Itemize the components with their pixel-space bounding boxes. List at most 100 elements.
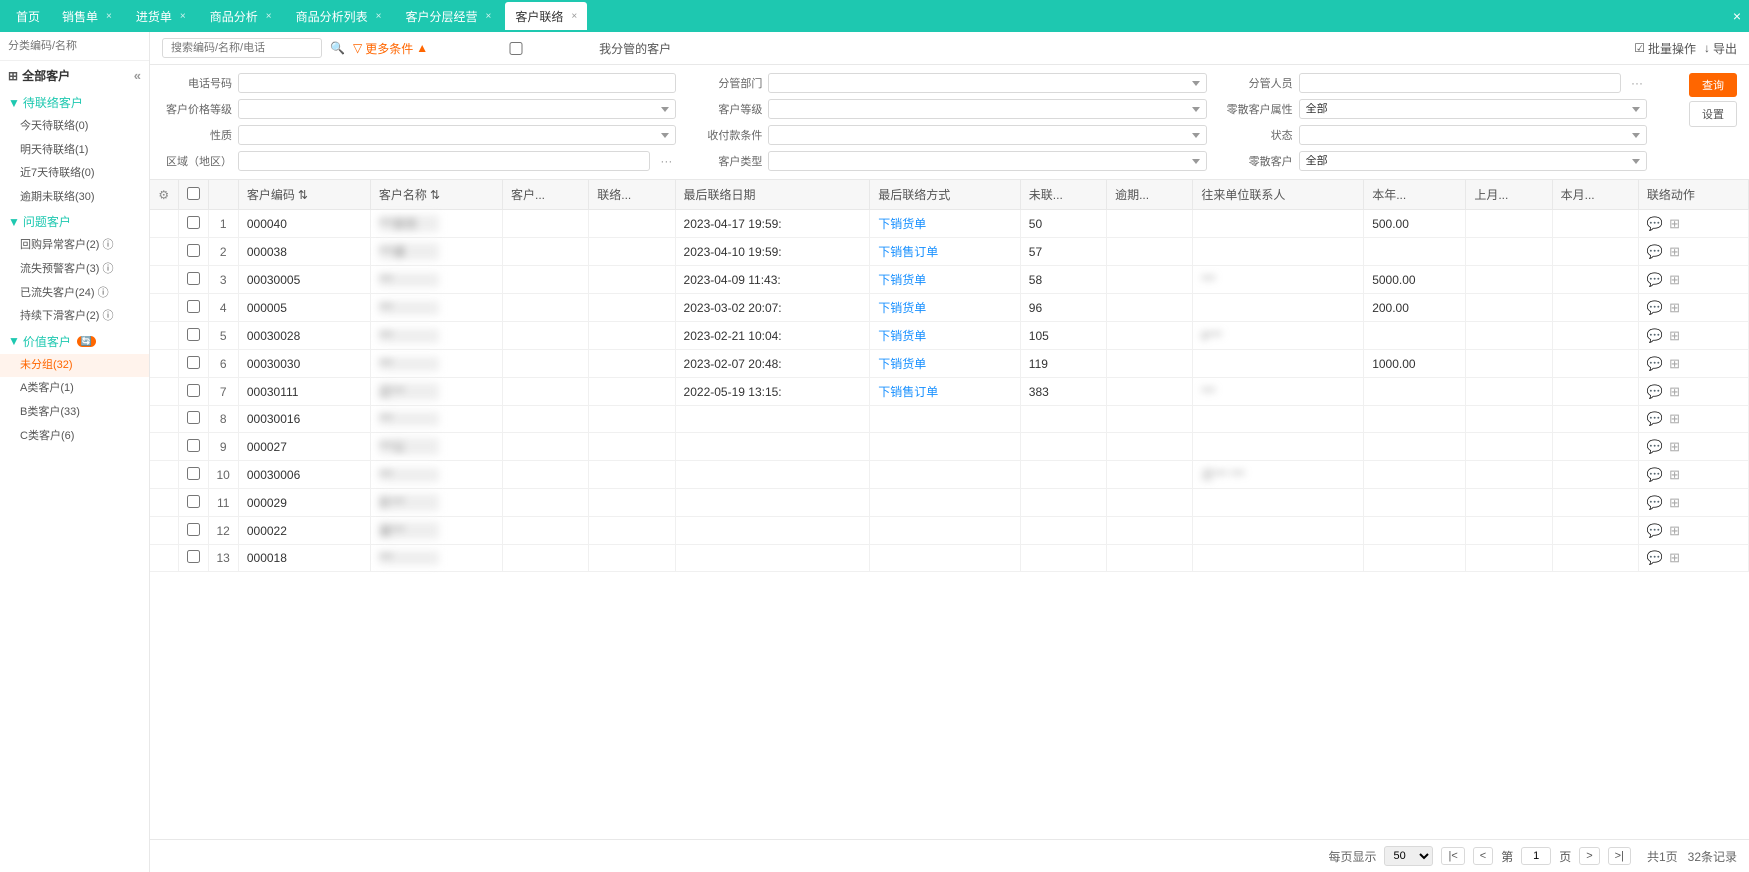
search-icon[interactable]: 🔍 [330, 41, 345, 55]
price-level-select[interactable] [238, 99, 676, 119]
row-checkbox[interactable] [187, 356, 200, 369]
more-conditions-btn[interactable]: ▽ 更多条件 ▲ [353, 40, 428, 57]
grid-action-icon[interactable]: ⊞ [1669, 523, 1680, 539]
row-checkbox[interactable] [187, 439, 200, 452]
grid-action-icon[interactable]: ⊞ [1669, 244, 1680, 260]
region-input[interactable] [238, 151, 650, 171]
chat-icon[interactable]: 💬 [1647, 272, 1663, 288]
select-all-checkbox[interactable] [187, 187, 200, 200]
grid-action-icon[interactable]: ⊞ [1669, 356, 1680, 372]
grid-action-icon[interactable]: ⊞ [1669, 216, 1680, 232]
grid-action-icon[interactable]: ⊞ [1669, 495, 1680, 511]
customer-type-select[interactable] [768, 151, 1206, 171]
sidebar-item-overdue[interactable]: 逾期未联络(30) [0, 186, 149, 210]
tab-sales[interactable]: 销售单 × [52, 2, 122, 30]
section-pending-contact[interactable]: ▼ 待联络客户 [0, 90, 149, 115]
close-product-analysis-list-tab[interactable]: × [376, 11, 382, 22]
chat-icon[interactable]: 💬 [1647, 300, 1663, 316]
reset-button[interactable]: 设置 [1689, 101, 1737, 127]
sidebar-item-abnormal[interactable]: 回购异常客户(2) ⓘ [0, 234, 149, 258]
grid-action-icon[interactable]: ⊞ [1669, 439, 1680, 455]
chat-icon[interactable]: 💬 [1647, 495, 1663, 511]
query-button[interactable]: 查询 [1689, 73, 1737, 97]
last-month-col-header[interactable]: 上月... [1466, 180, 1552, 210]
sidebar-search-input[interactable] [8, 40, 150, 52]
main-close-button[interactable]: × [1733, 8, 1741, 24]
sidebar-all-customers[interactable]: ⊞ 全部客户 « [0, 61, 149, 90]
row-checkbox[interactable] [187, 244, 200, 257]
close-customer-segmentation-tab[interactable]: × [485, 11, 491, 22]
chat-icon[interactable]: 💬 [1647, 550, 1663, 566]
grid-action-icon[interactable]: ⊞ [1669, 411, 1680, 427]
payment-select[interactable] [768, 125, 1206, 145]
sidebar-item-today[interactable]: 今天待联络(0) [0, 115, 149, 139]
section-problem-customers[interactable]: ▼ 问题客户 [0, 209, 149, 234]
row-last-method-link[interactable]: 下销货单 [878, 217, 926, 231]
this-month-col-header[interactable]: 本月... [1552, 180, 1638, 210]
chat-icon[interactable]: 💬 [1647, 523, 1663, 539]
batch-op-btn[interactable]: ☑ 批量操作 [1634, 40, 1696, 57]
sidebar-item-churn-warning[interactable]: 流失预警客户(3) ⓘ [0, 258, 149, 282]
manager-input[interactable] [1299, 73, 1621, 93]
overdue-col-header[interactable]: 逾期... [1107, 180, 1193, 210]
row-checkbox[interactable] [187, 411, 200, 424]
phone-input[interactable] [238, 73, 676, 93]
customer-level-select[interactable] [768, 99, 1206, 119]
chat-icon[interactable]: 💬 [1647, 411, 1663, 427]
grid-action-icon[interactable]: ⊞ [1669, 384, 1680, 400]
row-checkbox[interactable] [187, 550, 200, 563]
sidebar-item-churned[interactable]: 已流失客户(24) ⓘ [0, 282, 149, 306]
name-col-header[interactable]: 客户名称⇅ [370, 180, 502, 210]
row-checkbox[interactable] [187, 216, 200, 229]
row-last-method-link[interactable]: 下销售订单 [878, 385, 938, 399]
status-select[interactable] [1299, 125, 1647, 145]
unit-contact-col-header[interactable]: 往来单位联系人 [1193, 180, 1364, 210]
export-btn[interactable]: ↓ 导出 [1704, 40, 1737, 57]
next-page-btn[interactable]: > [1579, 847, 1599, 865]
row-checkbox[interactable] [187, 467, 200, 480]
row-last-method-link[interactable]: 下销货单 [878, 273, 926, 287]
sidebar-item-declining[interactable]: 持续下滑客户(2) ⓘ [0, 305, 149, 329]
tab-customer-segmentation[interactable]: 客户分层经营 × [395, 2, 501, 30]
row-checkbox[interactable] [187, 272, 200, 285]
chat-icon[interactable]: 💬 [1647, 384, 1663, 400]
tab-customer-contact[interactable]: 客户联络 × [505, 2, 587, 30]
row-last-method-link[interactable]: 下销售订单 [878, 245, 938, 259]
my-customers-checkbox[interactable] [436, 42, 596, 55]
sidebar-item-class-b[interactable]: B类客户(33) [0, 401, 149, 425]
close-product-analysis-tab[interactable]: × [266, 11, 272, 22]
chat-icon[interactable]: 💬 [1647, 328, 1663, 344]
grid-action-icon[interactable]: ⊞ [1669, 328, 1680, 344]
first-page-btn[interactable]: |< [1441, 847, 1464, 865]
last-date-col-header[interactable]: 最后联络日期 [675, 180, 870, 210]
sidebar-item-7days[interactable]: 近7天待联络(0) [0, 162, 149, 186]
tab-product-analysis[interactable]: 商品分析 × [200, 2, 282, 30]
type-col-header[interactable]: 客户... [502, 180, 588, 210]
grid-action-icon[interactable]: ⊞ [1669, 550, 1680, 566]
grid-action-icon[interactable]: ⊞ [1669, 300, 1680, 316]
close-sales-tab[interactable]: × [106, 11, 112, 22]
no-contact-col-header[interactable]: 未联... [1020, 180, 1106, 210]
page-size-select[interactable]: 50 100 200 [1384, 846, 1433, 866]
prev-page-btn[interactable]: < [1473, 847, 1493, 865]
last-page-btn[interactable]: >| [1608, 847, 1631, 865]
chat-icon[interactable]: 💬 [1647, 467, 1663, 483]
settings-col-header[interactable]: ⚙ [150, 180, 178, 210]
row-checkbox[interactable] [187, 523, 200, 536]
contact-col-header[interactable]: 联络... [589, 180, 675, 210]
nature-select[interactable] [238, 125, 676, 145]
row-checkbox[interactable] [187, 384, 200, 397]
retail-attr-select[interactable]: 全部 [1299, 99, 1647, 119]
page-number-input[interactable] [1521, 847, 1551, 865]
row-checkbox[interactable] [187, 300, 200, 313]
sidebar-item-class-a[interactable]: A类客户(1) [0, 377, 149, 401]
sidebar-item-tomorrow[interactable]: 明天待联络(1) [0, 139, 149, 163]
tab-purchase[interactable]: 进货单 × [126, 2, 196, 30]
sidebar-item-unclassified[interactable]: 未分组(32) [0, 354, 149, 378]
grid-action-icon[interactable]: ⊞ [1669, 467, 1680, 483]
this-year-col-header[interactable]: 本年... [1364, 180, 1466, 210]
sidebar-collapse-btn[interactable]: « [134, 68, 141, 83]
close-customer-contact-tab[interactable]: × [571, 11, 577, 22]
grid-action-icon[interactable]: ⊞ [1669, 272, 1680, 288]
chat-icon[interactable]: 💬 [1647, 244, 1663, 260]
